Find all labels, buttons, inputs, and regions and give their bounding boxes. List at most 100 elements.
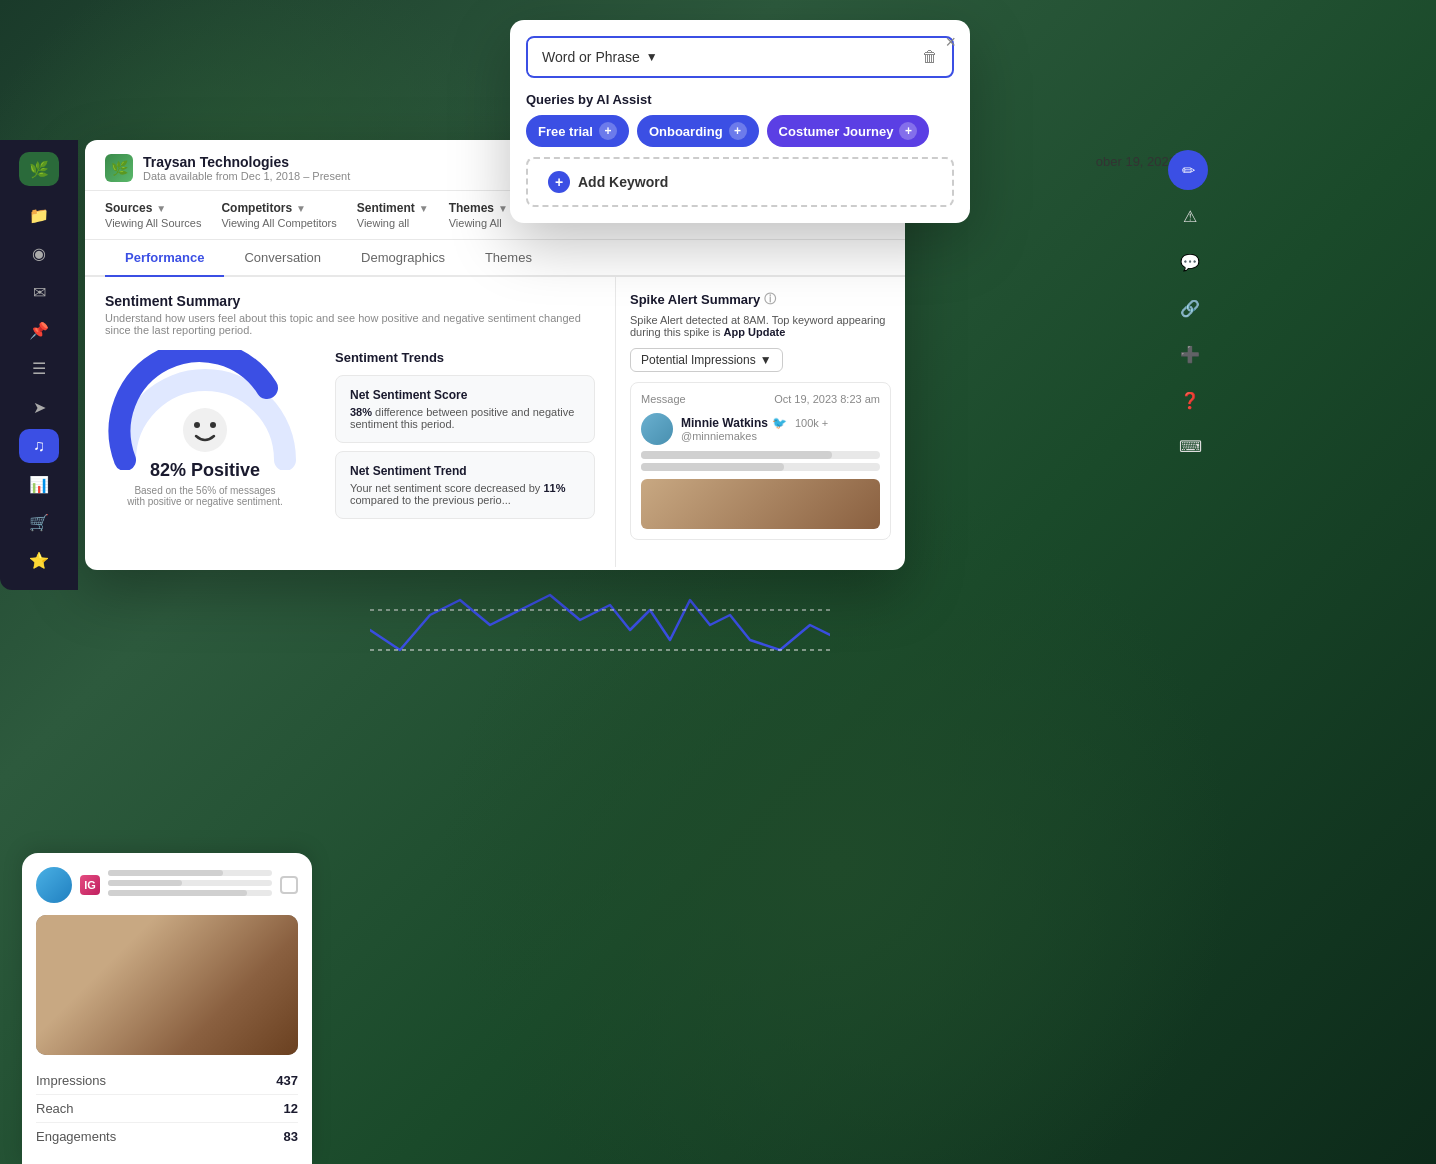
tab-demographics[interactable]: Demographics	[341, 240, 465, 277]
message-image	[641, 479, 880, 529]
date-badge: ober 19, 2023	[1096, 154, 1176, 169]
filter-sources-chevron: ▼	[156, 203, 166, 214]
sentiment-summary-desc: Understand how users feel about this top…	[105, 312, 595, 336]
follower-count: 100k +	[795, 417, 828, 429]
add-nav-icon[interactable]: ➕	[1174, 338, 1206, 370]
nav-star[interactable]: ⭐	[19, 544, 59, 578]
filter-competitors-chevron: ▼	[296, 203, 306, 214]
twitter-icon: 🐦	[772, 416, 787, 430]
progress-bar-2	[108, 880, 272, 886]
social-post-image	[36, 915, 298, 1055]
sidebar-nav: 🌿 📁 ◉ ✉ 📌 ☰ ➤ ♫ 📊 🛒 ⭐	[0, 140, 78, 590]
spike-desc: Spike Alert detected at 8AM. Top keyword…	[630, 314, 891, 338]
popup-close-button[interactable]: ×	[945, 32, 956, 53]
query-tags-container: Free trial + Onboarding + Costumer Journ…	[526, 115, 954, 147]
reach-value: 12	[284, 1101, 298, 1116]
svg-point-0	[194, 422, 200, 428]
filter-competitors[interactable]: Competitors ▼ Viewing All Competitors	[221, 201, 336, 229]
tab-conversation[interactable]: Conversation	[224, 240, 341, 277]
sentiment-summary-title: Sentiment Summary	[105, 293, 595, 309]
gauge-sub-label: Based on the 56% of messages with positi…	[125, 485, 285, 507]
tab-performance[interactable]: Performance	[105, 240, 224, 277]
filter-sentiment[interactable]: Sentiment ▼ Viewing all	[357, 201, 429, 229]
link-nav-icon[interactable]: 🔗	[1174, 292, 1206, 324]
progress-bar-3	[108, 890, 272, 896]
right-sidebar: Spike Alert Summary ⓘ Spike Alert detect…	[615, 277, 905, 567]
filter-themes-label: Themes	[449, 201, 494, 215]
social-checkbox[interactable]	[280, 876, 298, 894]
filter-sources-value: Viewing All Sources	[105, 217, 201, 229]
query-tag-free-trial[interactable]: Free trial +	[526, 115, 629, 147]
brand-logo: 🌿	[105, 154, 133, 182]
main-content: Sentiment Summary Understand how users f…	[85, 277, 615, 567]
gauge-container: 82% Positive Based on the 56% of message…	[105, 350, 305, 507]
message-bar-2	[641, 463, 880, 471]
social-progress-bars	[108, 870, 272, 900]
comment-nav-icon[interactable]: 💬	[1174, 246, 1206, 278]
progress-bar-1	[108, 870, 272, 876]
impressions-label: Impressions	[36, 1073, 106, 1088]
nav-search[interactable]: ◉	[19, 237, 59, 271]
brand-info: Traysan Technologies Data available from…	[143, 154, 350, 182]
ai-search-input[interactable]	[672, 39, 908, 75]
message-user: Minnie Watkins 🐦 100k + @minniemakes	[641, 413, 880, 445]
impressions-row: Impressions 437	[36, 1067, 298, 1095]
query-plus-icon-3: +	[899, 122, 917, 140]
user-handle: @minniemakes	[681, 430, 828, 442]
nav-list[interactable]: ☰	[19, 352, 59, 386]
filter-sentiment-label: Sentiment	[357, 201, 415, 215]
progress-fill-1	[108, 870, 223, 876]
nav-send[interactable]: ➤	[19, 390, 59, 424]
svg-point-1	[210, 422, 216, 428]
query-tag-onboarding[interactable]: Onboarding +	[637, 115, 759, 147]
filter-themes-chevron: ▼	[498, 203, 508, 214]
net-score-card: Net Sentiment Score 38% difference betwe…	[335, 375, 595, 443]
alert-nav-icon[interactable]: ⚠	[1174, 200, 1206, 232]
edit-button[interactable]: ✏	[1168, 150, 1208, 190]
right-nav: ⚠ 💬 🔗 ➕ ❓ ⌨	[1174, 200, 1206, 462]
help-nav-icon[interactable]: ❓	[1174, 384, 1206, 416]
message-card: Message Oct 19, 2023 8:23 am Minnie Watk…	[630, 382, 891, 540]
impressions-value: 437	[276, 1073, 298, 1088]
nav-basket[interactable]: 🛒	[19, 505, 59, 539]
add-keyword-button[interactable]: + Add Keyword	[526, 157, 954, 207]
impressions-chevron: ▼	[760, 353, 772, 367]
nav-chart[interactable]: 📊	[19, 467, 59, 501]
spike-title: Spike Alert Summary ⓘ	[630, 291, 891, 308]
nav-pin[interactable]: 📌	[19, 313, 59, 347]
nav-analytics[interactable]: ♫	[19, 429, 59, 463]
filter-competitors-value: Viewing All Competitors	[221, 217, 336, 229]
trends-title: Sentiment Trends	[335, 350, 595, 365]
reach-row: Reach 12	[36, 1095, 298, 1123]
progress-fill-2	[108, 880, 182, 886]
keyboard-nav-icon[interactable]: ⌨	[1174, 430, 1206, 462]
engagements-label: Engagements	[36, 1129, 116, 1144]
trends-container: Sentiment Trends Net Sentiment Score 38%…	[335, 350, 595, 527]
gauge-svg	[105, 350, 305, 470]
engagements-value: 83	[284, 1129, 298, 1144]
filter-sources-label: Sources	[105, 201, 152, 215]
filter-competitors-label: Competitors	[221, 201, 292, 215]
sentiment-display: 82% Positive Based on the 56% of message…	[105, 350, 595, 527]
tab-themes[interactable]: Themes	[465, 240, 552, 277]
tabs-bar: Performance Conversation Demographics Th…	[85, 240, 905, 277]
content-area: Sentiment Summary Understand how users f…	[85, 277, 905, 567]
filter-themes[interactable]: Themes ▼ Viewing All	[449, 201, 508, 229]
filter-sentiment-value: Viewing all	[357, 217, 429, 229]
brand-name: Traysan Technologies	[143, 154, 350, 170]
gauge-face	[183, 408, 227, 452]
nav-message[interactable]: ✉	[19, 275, 59, 309]
net-score-title: Net Sentiment Score	[350, 388, 580, 402]
query-tag-customer-journey[interactable]: Costumer Journey +	[767, 115, 930, 147]
ai-search-chevron: ▼	[646, 50, 658, 64]
net-trend-title: Net Sentiment Trend	[350, 464, 580, 478]
net-trend-desc: Your net sentiment score decreased by 11…	[350, 482, 580, 506]
ai-search-type-select[interactable]: Word or Phrase ▼	[528, 39, 672, 75]
filter-sentiment-chevron: ▼	[419, 203, 429, 214]
impressions-select[interactable]: Potential Impressions ▼	[630, 348, 783, 372]
brand-data-range: Data available from Dec 1, 2018 – Presen…	[143, 170, 350, 182]
gauge-positive-label: 82% Positive	[150, 460, 260, 481]
social-card: IG Impressions 437 Reach 12 Engagements …	[22, 853, 312, 1164]
nav-folder[interactable]: 📁	[19, 198, 59, 232]
filter-sources[interactable]: Sources ▼ Viewing All Sources	[105, 201, 201, 229]
